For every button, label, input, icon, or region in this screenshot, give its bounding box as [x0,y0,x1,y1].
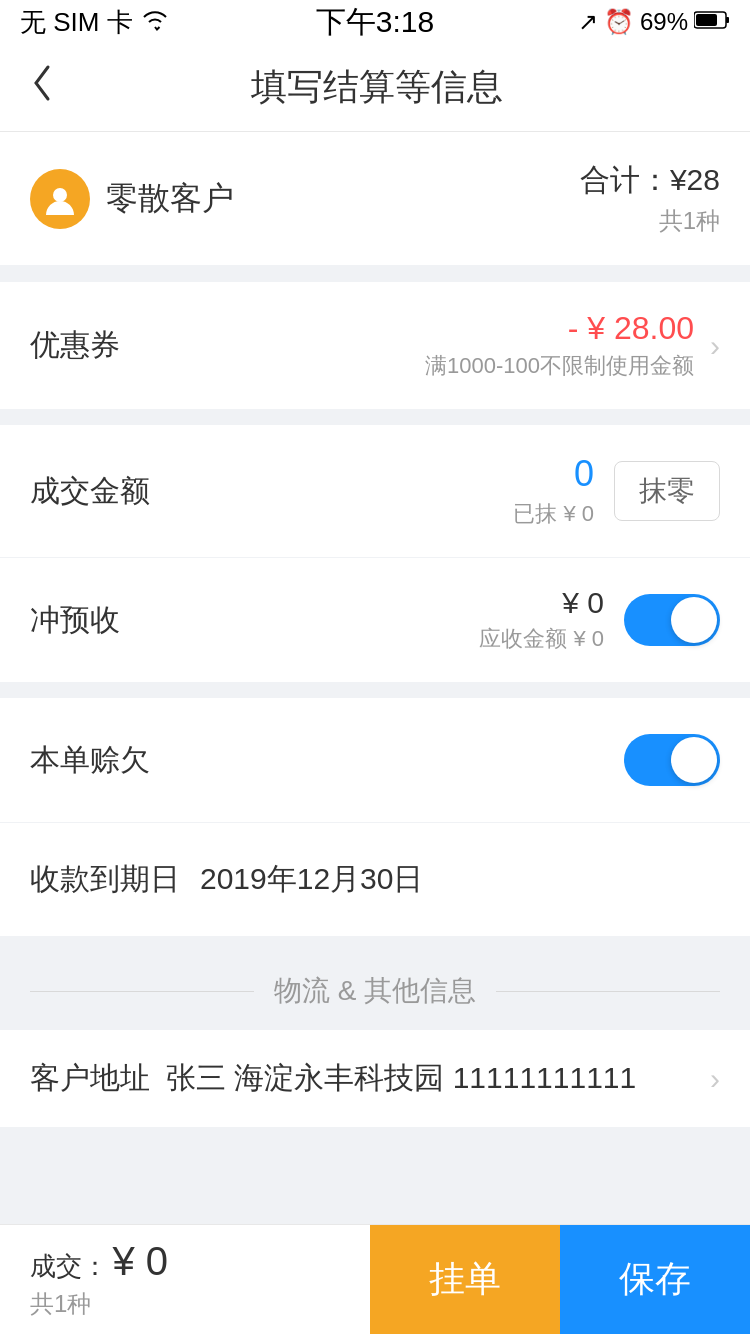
toggle-knob [671,597,717,643]
customer-name: 零散客户 [106,177,234,221]
customer-section: 零散客户 合计：¥28 共1种 [0,132,750,265]
logistics-line-right [496,991,720,992]
logistics-header: 物流 & 其他信息 [0,952,750,1030]
prepay-row: 冲预收 ¥ 0 应收金额 ¥ 0 [0,557,750,682]
credit-toggle[interactable] [624,734,720,786]
address-value: 张三 海淀永丰科技园 11111111111 [166,1058,694,1099]
transaction-sub: 已抹 ¥ 0 [513,499,594,529]
coupon-row[interactable]: 优惠券 - ¥ 28.00 满1000-100不限制使用金额 › [0,281,750,409]
credit-toggle-knob [671,737,717,783]
transaction-row: 成交金额 0 已抹 ¥ 0 抹零 [0,425,750,557]
status-time: 下午3:18 [316,2,434,43]
prepay-amount: ¥ 0 [479,586,604,620]
transaction-value-block: 0 已抹 ¥ 0 [513,453,594,529]
location-icon: ↗ [578,8,598,36]
prepay-toggle[interactable] [624,594,720,646]
save-button[interactable]: 保存 [560,1225,750,1335]
prepay-sub: 应收金额 ¥ 0 [479,624,604,654]
coupon-desc: 满1000-100不限制使用金额 [425,351,694,381]
svg-point-3 [53,188,67,202]
customer-avatar [30,169,90,229]
prepay-value-block: ¥ 0 应收金额 ¥ 0 [479,586,604,654]
transaction-right: 0 已抹 ¥ 0 抹零 [513,453,720,529]
address-chevron-icon: › [710,1062,720,1096]
back-button[interactable] [30,63,54,112]
total-count: 共1种 [580,205,720,237]
customer-right: 合计：¥28 共1种 [580,160,720,237]
address-section: 客户地址 张三 海淀永丰科技园 11111111111 › [0,1030,750,1127]
total-amount: 合计：¥28 [580,160,720,201]
address-row[interactable]: 客户地址 张三 海淀永丰科技园 11111111111 › [0,1030,750,1127]
status-right: ↗ ⏰ 69% [578,8,730,36]
transaction-section: 成交金额 0 已抹 ¥ 0 抹零 冲预收 ¥ 0 应收金额 ¥ 0 [0,425,750,682]
hold-button[interactable]: 挂单 [370,1225,560,1335]
coupon-label: 优惠券 [30,325,120,366]
logistics-line-left [30,991,254,992]
credit-section: 本单赊欠 收款到期日 2019年12月30日 [0,698,750,936]
transaction-amount: 0 [513,453,594,495]
bottom-deal-amount: ¥ 0 [112,1239,168,1283]
address-label: 客户地址 [30,1058,150,1099]
customer-left: 零散客户 [30,169,234,229]
no-sim-text: 无 SIM 卡 [20,5,133,40]
status-bar: 无 SIM 卡 下午3:18 ↗ ⏰ 69% [0,0,750,44]
status-left: 无 SIM 卡 [20,5,169,40]
coupon-amount: - ¥ 28.00 [425,310,694,347]
credit-label: 本单赊欠 [30,740,150,781]
svg-rect-2 [696,14,717,26]
battery-percent: 69% [640,8,688,36]
coupon-right: - ¥ 28.00 满1000-100不限制使用金额 › [425,310,720,381]
coupon-chevron-icon: › [710,329,720,363]
main-content: 零散客户 合计：¥28 共1种 优惠券 - ¥ 28.00 满1000-100不… [0,132,750,1334]
due-date-label: 收款到期日 [30,859,180,900]
bottom-count: 共1种 [30,1288,340,1320]
coupon-section: 优惠券 - ¥ 28.00 满1000-100不限制使用金额 › [0,281,750,409]
bottom-deal-row: 成交： ¥ 0 [30,1239,340,1284]
due-date-value: 2019年12月30日 [200,859,423,900]
svg-rect-1 [726,17,729,23]
bottom-bar: 成交： ¥ 0 共1种 挂单 保存 [0,1224,750,1334]
coupon-value-block: - ¥ 28.00 满1000-100不限制使用金额 [425,310,694,381]
bottom-deal-label: 成交： [30,1251,108,1281]
customer-row: 零散客户 合计：¥28 共1种 [0,132,750,265]
battery-icon [694,8,730,36]
due-date-row: 收款到期日 2019年12月30日 [0,822,750,936]
page-title: 填写结算等信息 [74,63,680,112]
logistics-label: 物流 & 其他信息 [274,972,476,1010]
prepay-right: ¥ 0 应收金额 ¥ 0 [479,586,720,654]
transaction-label: 成交金额 [30,471,150,512]
round-off-button[interactable]: 抹零 [614,461,720,521]
credit-row: 本单赊欠 [0,698,750,822]
alarm-icon: ⏰ [604,8,634,36]
bottom-summary: 成交： ¥ 0 共1种 [0,1239,370,1320]
prepay-label: 冲预收 [30,600,120,641]
nav-bar: 填写结算等信息 [0,44,750,132]
wifi-icon [141,7,169,38]
